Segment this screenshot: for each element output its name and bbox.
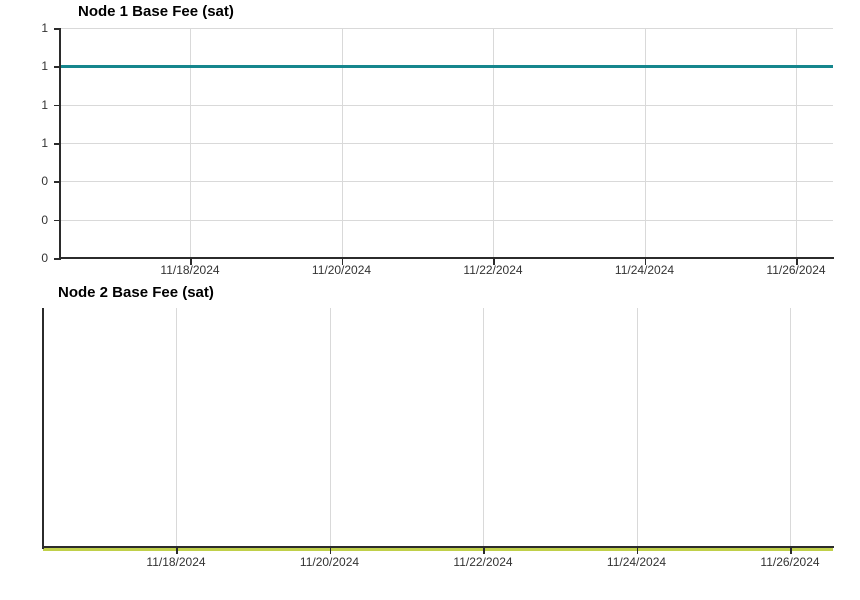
x-axis-tick: [176, 548, 178, 554]
x-axis-label: 11/22/2024: [428, 555, 538, 570]
vertical-gridline: [330, 308, 331, 547]
x-axis-label: 11/20/2024: [275, 555, 385, 570]
x-axis-label: 11/24/2024: [582, 555, 692, 570]
x-axis-tick: [330, 548, 332, 554]
chart-title: Node 2 Base Fee (sat): [58, 284, 214, 302]
chart-node-2-base-fee[interactable]: Node 2 Base Fee (sat) 11/18/2024 11/20/20…: [0, 0, 860, 600]
vertical-gridline: [483, 308, 484, 547]
vertical-gridline: [637, 308, 638, 547]
x-axis-tick: [637, 548, 639, 554]
report-canvas: Node 1 Base Fee (sat) 111100011/18/20241…: [0, 0, 860, 600]
y-axis-line: [42, 308, 44, 549]
vertical-gridline: [176, 308, 177, 547]
x-axis-line: [42, 546, 834, 548]
series-line: [43, 548, 833, 551]
x-axis-label: 11/18/2024: [121, 555, 231, 570]
x-axis-tick: [790, 548, 792, 554]
vertical-gridline: [790, 308, 791, 547]
x-axis-label: 11/26/2024: [735, 555, 845, 570]
x-axis-tick: [483, 548, 485, 554]
